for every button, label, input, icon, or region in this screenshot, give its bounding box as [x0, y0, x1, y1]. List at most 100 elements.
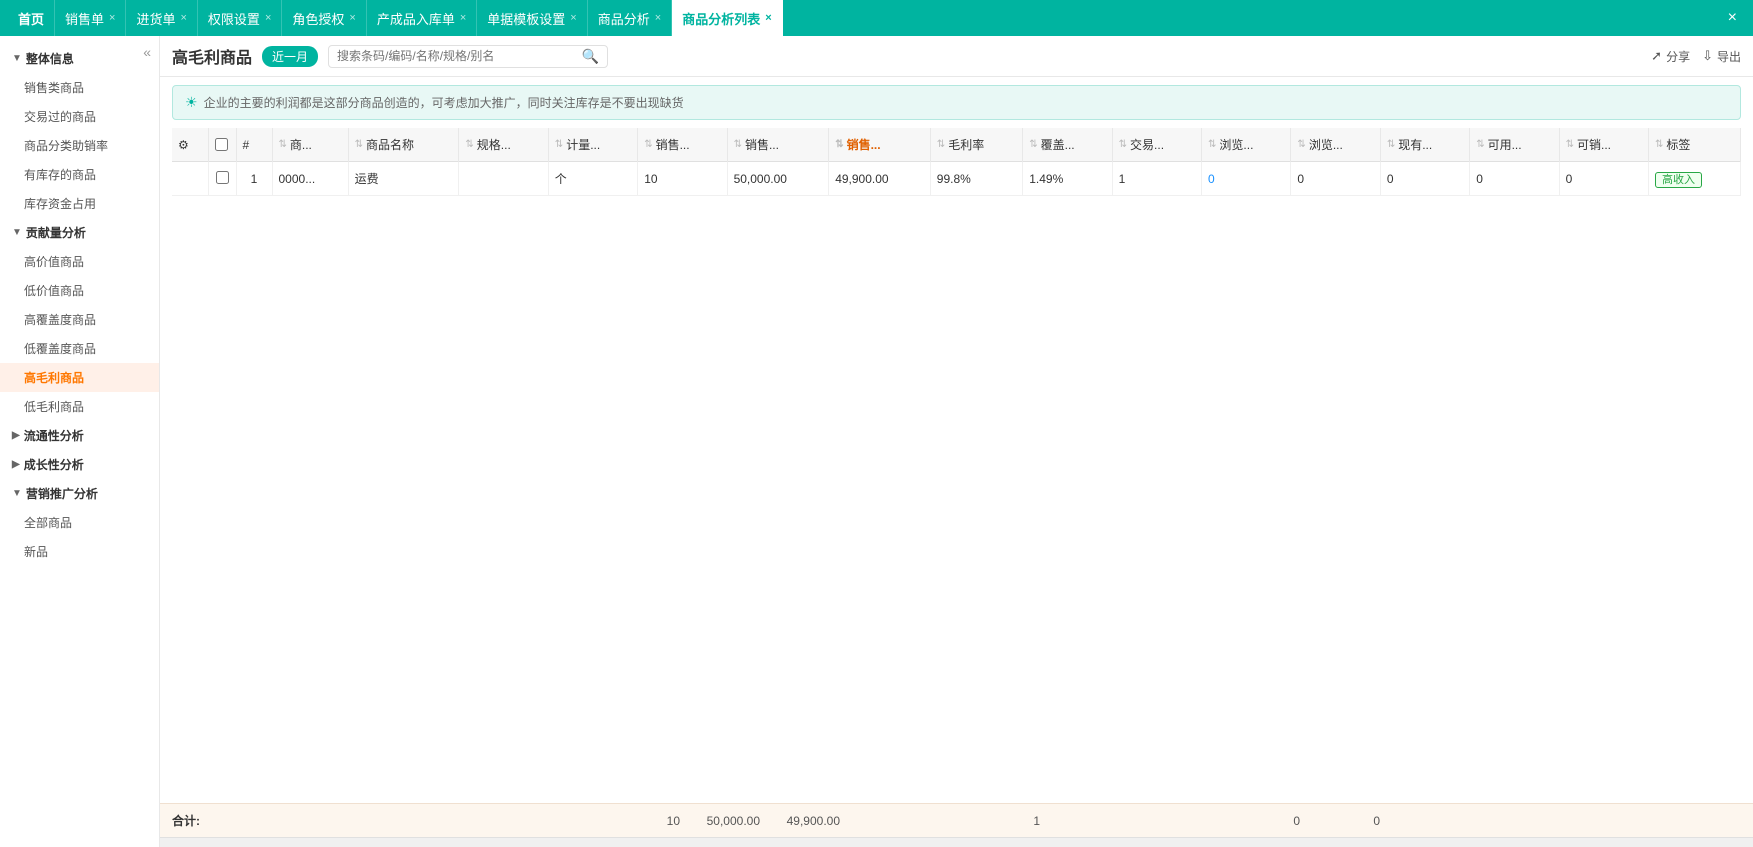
sidebar-item-category-rate[interactable]: 商品分类助销率 [0, 131, 159, 160]
cell-gear[interactable] [172, 162, 208, 196]
sort-icon-2: ⇅ [355, 139, 363, 150]
sidebar-item-new-goods[interactable]: 新品 [0, 537, 159, 566]
sidebar-item-low-coverage[interactable]: 低覆盖度商品 [0, 334, 159, 363]
sidebar-item-stock-capital[interactable]: 库存资金占用 [0, 189, 159, 218]
tag-badge: 高收入 [1655, 172, 1702, 188]
sidebar-group-marketing[interactable]: ▼ 营销推广分析 [0, 479, 159, 508]
sort-icon-15: ⇅ [1566, 139, 1574, 150]
share-btn[interactable]: ➚ 分享 [1651, 48, 1690, 65]
table-row: 1 0000... 运费 个 10 50,000.00 49,900.00 99… [172, 162, 1741, 196]
cell-transactions: 1 [1112, 162, 1201, 196]
data-table: ⚙ # ⇅商... ⇅商品名称 [172, 128, 1741, 196]
nav-template[interactable]: 单据模板设置 × [477, 0, 587, 36]
sidebar-item-all-goods[interactable]: 全部商品 [0, 508, 159, 537]
search-icon[interactable]: 🔍 [582, 48, 599, 65]
th-gross-margin[interactable]: ⇅毛利率 [930, 128, 1022, 162]
nav-permission-label: 权限设置 [208, 9, 260, 28]
nav-product-analysis-close[interactable]: × [655, 12, 661, 24]
content-area: 高毛利商品 近一月 🔍 ➚ 分享 ⇩ 导出 ☀ 企业的主要的利润都是这部分商品创… [160, 36, 1753, 847]
horizontal-scrollbar[interactable] [160, 837, 1753, 847]
th-sellable-stock[interactable]: ⇅可销... [1559, 128, 1648, 162]
sidebar-group-flow[interactable]: ▶ 流通性分析 [0, 421, 159, 450]
sidebar-item-sales-goods[interactable]: 销售类商品 [0, 73, 159, 102]
sidebar-item-high-coverage[interactable]: 高覆盖度商品 [0, 305, 159, 334]
sort-icon-14: ⇅ [1476, 139, 1484, 150]
sort-icon-4: ⇅ [555, 139, 563, 150]
search-input[interactable] [337, 49, 578, 63]
th-transactions[interactable]: ⇅交易... [1112, 128, 1201, 162]
cell-coverage: 1.49% [1023, 162, 1112, 196]
th-name[interactable]: ⇅商品名称 [348, 128, 459, 162]
export-btn[interactable]: ⇩ 导出 [1702, 48, 1741, 65]
th-available-stock[interactable]: ⇅可用... [1470, 128, 1559, 162]
th-current-stock[interactable]: ⇅现有... [1380, 128, 1469, 162]
th-num: # [236, 128, 272, 162]
export-icon: ⇩ [1702, 48, 1713, 64]
info-icon: ☀ [185, 94, 198, 111]
sidebar-group-contribution[interactable]: ▼ 贡献量分析 [0, 218, 159, 247]
sidebar-group-flow-label: 流通性分析 [24, 427, 84, 444]
cell-unit: 个 [548, 162, 637, 196]
cell-gross-margin: 99.8% [930, 162, 1022, 196]
nav-product-analysis-label: 商品分析 [598, 9, 650, 28]
nav-sales-label: 销售单 [65, 9, 104, 28]
th-sales-net[interactable]: ⇅销售... [829, 128, 931, 162]
row-checkbox[interactable] [216, 171, 229, 184]
th-sales-qty[interactable]: ⇅销售... [638, 128, 727, 162]
table-header-row: ⚙ # ⇅商... ⇅商品名称 [172, 128, 1741, 162]
nav-product-inbound-label: 产成品入库单 [377, 9, 455, 28]
sidebar-group-growth[interactable]: ▶ 成长性分析 [0, 450, 159, 479]
nav-sales-close[interactable]: × [109, 12, 115, 24]
nav-permission[interactable]: 权限设置 × [198, 0, 282, 36]
sidebar-item-low-margin[interactable]: 低毛利商品 [0, 392, 159, 421]
footer-sales-amount: 50,000.00 [686, 814, 766, 828]
sidebar-item-high-margin[interactable]: 高毛利商品 [0, 363, 159, 392]
nav-template-label: 单据模板设置 [487, 9, 565, 28]
nav-role[interactable]: 角色授权 × [282, 0, 366, 36]
th-sku[interactable]: ⇅商... [272, 128, 348, 162]
nav-purchase[interactable]: 进货单 × [126, 0, 197, 36]
footer-total: 合计: 10 50,000.00 49,900.00 1 0 [160, 803, 1753, 837]
cell-checkbox[interactable] [208, 162, 236, 196]
th-sales-amount[interactable]: ⇅销售... [727, 128, 829, 162]
nav-product-analysis-list[interactable]: 商品分析列表 × [672, 0, 782, 36]
sidebar-item-traded-goods[interactable]: 交易过的商品 [0, 102, 159, 131]
cell-tag: 高收入 [1648, 162, 1740, 196]
th-gear[interactable]: ⚙ [172, 128, 208, 162]
nav-product-analysis-list-close[interactable]: × [765, 12, 771, 24]
th-views2[interactable]: ⇅浏览... [1291, 128, 1380, 162]
nav-home[interactable]: 首页 [8, 0, 55, 36]
th-unit[interactable]: ⇅计量... [548, 128, 637, 162]
th-coverage[interactable]: ⇅覆盖... [1023, 128, 1112, 162]
nav-role-close[interactable]: × [349, 12, 355, 24]
nav-template-close[interactable]: × [570, 12, 576, 24]
select-all-checkbox[interactable] [215, 138, 228, 151]
nav-permission-close[interactable]: × [265, 12, 271, 24]
filter-recent-month-btn[interactable]: 近一月 [262, 46, 318, 67]
info-banner: ☀ 企业的主要的利润都是这部分商品创造的，可考虑加大推广，同时关注库存是不要出现… [172, 85, 1741, 120]
sidebar-item-in-stock[interactable]: 有库存的商品 [0, 160, 159, 189]
cell-available-stock: 0 [1470, 162, 1559, 196]
cell-views1[interactable]: 0 [1202, 162, 1291, 196]
nav-product-inbound[interactable]: 产成品入库单 × [367, 0, 477, 36]
content-header: 高毛利商品 近一月 🔍 ➚ 分享 ⇩ 导出 [160, 36, 1753, 77]
footer-available-stock: 0 [1226, 814, 1306, 828]
nav-product-inbound-close[interactable]: × [460, 12, 466, 24]
table-wrap: ⚙ # ⇅商... ⇅商品名称 [160, 128, 1753, 803]
sidebar-group-overall[interactable]: ▼ 整体信息 [0, 44, 159, 73]
sort-icon-12: ⇅ [1297, 139, 1305, 150]
topnav-close-all[interactable]: × [1720, 9, 1745, 27]
th-tag[interactable]: ⇅标签 [1648, 128, 1740, 162]
sidebar-item-low-value[interactable]: 低价值商品 [0, 276, 159, 305]
sidebar-item-high-value[interactable]: 高价值商品 [0, 247, 159, 276]
th-spec[interactable]: ⇅规格... [459, 128, 548, 162]
nav-purchase-close[interactable]: × [180, 12, 186, 24]
nav-product-analysis[interactable]: 商品分析 × [588, 0, 672, 36]
nav-product-analysis-list-label: 商品分析列表 [682, 9, 760, 28]
chevron-down-icon-3: ▼ [12, 488, 22, 499]
sidebar-group-overall-label: 整体信息 [26, 50, 74, 67]
nav-sales[interactable]: 销售单 × [55, 0, 126, 36]
th-checkbox[interactable] [208, 128, 236, 162]
sidebar-collapse-btn[interactable]: « [143, 44, 151, 60]
th-views1[interactable]: ⇅浏览... [1202, 128, 1291, 162]
